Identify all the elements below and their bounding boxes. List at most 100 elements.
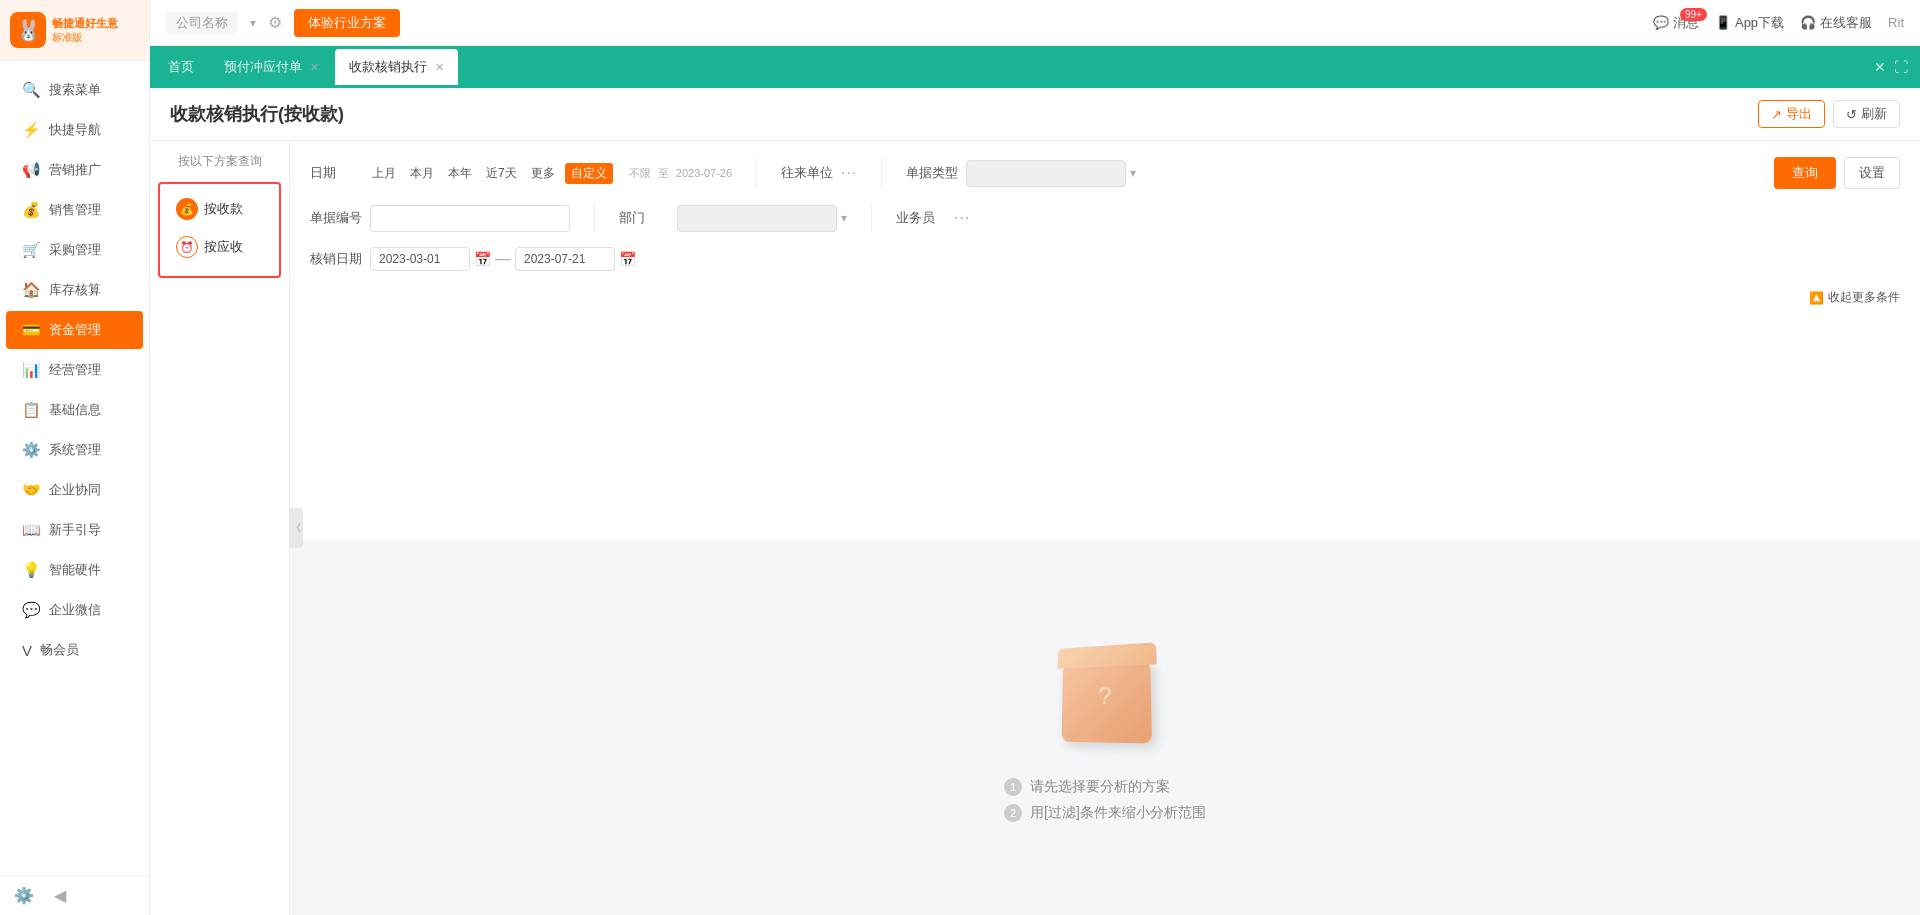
- company-dropdown-icon[interactable]: ▾: [250, 16, 256, 30]
- date-this-year[interactable]: 本年: [444, 163, 476, 184]
- staff-label: 业务员: [896, 209, 946, 227]
- nav-label-6: 资金管理: [49, 321, 101, 339]
- empty-illustration: [1045, 642, 1165, 762]
- sidebar-item-企业微信[interactable]: 💬企业微信: [6, 591, 143, 629]
- message-icon: 💬: [1653, 15, 1669, 30]
- tab-expand-icon[interactable]: ⛶: [1894, 59, 1908, 75]
- filter-sidebar: 按以下方案查询 💰 按收款 ⏰ 按应收 《: [150, 141, 290, 915]
- nav-icon-6: 💳: [22, 321, 41, 339]
- nav-label-10: 企业协同: [49, 481, 101, 499]
- staff-field: 业务员 ···: [896, 209, 970, 227]
- app-download-button[interactable]: 📱 App下载: [1715, 14, 1784, 32]
- tab-home[interactable]: 首页: [154, 49, 208, 85]
- sidebar-item-基础信息[interactable]: 📋基础信息: [6, 391, 143, 429]
- sidebar-item-智能硬件[interactable]: 💡 智能硬件: [6, 551, 143, 589]
- receipt-icon: 💰: [176, 198, 198, 220]
- nav-label-12: 智能硬件: [49, 561, 101, 579]
- sidebar: 🐰 畅捷通好生意 标准版 🔍 搜索菜单 ⚡ 快捷导航 📢营销推广 💰 销售管理 🛒采购管理🏠库…: [0, 0, 150, 915]
- sidebar-item-营销推广[interactable]: 📢营销推广: [6, 151, 143, 189]
- nav-icon-3: 💰: [22, 201, 41, 219]
- empty-tip-1: 1 请先选择要分析的方案: [1004, 778, 1170, 796]
- dept-select[interactable]: [677, 205, 837, 232]
- page-title: 收款核销执行(按收款): [170, 102, 344, 138]
- bill-no-field: 单据编号: [310, 205, 570, 232]
- writeoff-start-calendar-icon[interactable]: 📅: [474, 251, 491, 267]
- collapse-filter-sidebar-icon[interactable]: 《: [289, 508, 303, 548]
- page-actions: ↗ 导出 ↺ 刷新: [1758, 100, 1900, 140]
- nav-label-14: 畅会员: [40, 641, 79, 659]
- app-icon: 📱: [1715, 15, 1731, 30]
- date-last-month[interactable]: 上月: [368, 163, 400, 184]
- filter-row-2: 单据编号 部门 ▾: [310, 203, 1900, 233]
- nav-label-3: 销售管理: [49, 201, 101, 219]
- tab-close-icon[interactable]: ✕: [1874, 59, 1886, 75]
- nav-icon-9: ⚙️: [22, 441, 41, 459]
- top-right: 💬 消息 99+ 📱 App下载 🎧 在线客服 Rit: [1653, 14, 1904, 32]
- date-more[interactable]: 更多: [527, 163, 559, 184]
- collapse-more-button[interactable]: 🔼 收起更多条件: [310, 285, 1900, 306]
- filter-by-receipt[interactable]: 💰 按收款: [168, 192, 271, 226]
- date-this-month[interactable]: 本月: [406, 163, 438, 184]
- empty-box: [1062, 660, 1152, 743]
- bill-no-label: 单据编号: [310, 209, 362, 227]
- sidebar-nav: 🔍 搜索菜单 ⚡ 快捷导航 📢营销推广 💰 销售管理 🛒采购管理🏠库存核算 💳 资金管理 📊经营管理…: [0, 61, 149, 875]
- sidebar-item-采购管理[interactable]: 🛒采购管理: [6, 231, 143, 269]
- empty-tip-2: 2 用[过滤]条件来缩小分析范围: [1004, 804, 1206, 822]
- sidebar-item-企业协同[interactable]: 🤝企业协同: [6, 471, 143, 509]
- staff-dots[interactable]: ···: [954, 209, 970, 227]
- date-custom[interactable]: 自定义: [565, 163, 613, 184]
- settings-icon[interactable]: ⚙️: [14, 886, 34, 905]
- nav-icon-0: 🔍: [22, 81, 41, 99]
- nav-label-1: 快捷导航: [49, 121, 101, 139]
- sidebar-item-库存核算[interactable]: 🏠库存核算: [6, 271, 143, 309]
- tip-num-1: 1: [1004, 778, 1022, 796]
- nav-icon-12: 💡: [22, 561, 41, 579]
- page-header: 收款核销执行(按收款) ↗ 导出 ↺ 刷新: [150, 88, 1920, 141]
- industry-button[interactable]: 体验行业方案: [294, 9, 400, 37]
- tab-prepay-close-icon[interactable]: ✕: [310, 61, 319, 74]
- filter-by-receivable[interactable]: ⏰ 按应收: [168, 230, 271, 264]
- bill-no-input[interactable]: [370, 205, 570, 232]
- writeoff-end-calendar-icon[interactable]: 📅: [619, 251, 636, 267]
- sidebar-item-系统管理[interactable]: ⚙️系统管理: [6, 431, 143, 469]
- bill-type-field: 单据类型 ▾: [906, 160, 1136, 187]
- date-field: 日期 上月 本月 本年 近7天 更多 自定义: [310, 163, 613, 184]
- writeoff-date-label: 核销日期: [310, 250, 362, 268]
- filter-content-divider: [290, 540, 1920, 548]
- writeoff-start-input[interactable]: [370, 247, 470, 271]
- tab-receipt[interactable]: 收款核销执行 ✕: [335, 49, 458, 85]
- sidebar-bottom: ⚙️ ◀︎: [0, 875, 149, 915]
- sidebar-item-新手引导[interactable]: 📖新手引导: [6, 511, 143, 549]
- counterpart-dots[interactable]: ···: [841, 164, 857, 182]
- counterpart-field: 往来单位 ···: [781, 164, 857, 182]
- collapse-sidebar-icon[interactable]: ◀︎: [54, 886, 66, 905]
- nav-icon-13: 💬: [22, 601, 41, 619]
- sidebar-item-资金管理[interactable]: 💳 资金管理: [6, 311, 143, 349]
- nav-icon-4: 🛒: [22, 241, 41, 259]
- sidebar-item-经营管理[interactable]: 📊经营管理: [6, 351, 143, 389]
- filter-row-3: 核销日期 📅 — 📅: [310, 247, 1900, 271]
- writeoff-date-field: 核销日期 📅 — 📅: [310, 247, 636, 271]
- logo-area: 🐰 畅捷通好生意 标准版: [0, 0, 149, 61]
- writeoff-end-input[interactable]: [515, 247, 615, 271]
- messages-button[interactable]: 💬 消息 99+: [1653, 14, 1699, 32]
- sidebar-item-畅会员[interactable]: V畅会员: [6, 631, 143, 669]
- settings-button[interactable]: 设置: [1844, 157, 1900, 189]
- topbar-gear-icon[interactable]: ⚙: [268, 13, 282, 32]
- bill-type-select[interactable]: [966, 160, 1126, 187]
- tab-prepay[interactable]: 预付冲应付单 ✕: [210, 49, 333, 85]
- nav-label-0: 搜索菜单: [49, 81, 101, 99]
- nav-label-7: 经营管理: [49, 361, 101, 379]
- nav-icon-1: ⚡: [22, 121, 41, 139]
- filter-form: 日期 上月 本月 本年 近7天 更多 自定义 不限 至: [290, 141, 1920, 540]
- refresh-button[interactable]: ↺ 刷新: [1833, 100, 1900, 128]
- online-service-button[interactable]: 🎧 在线客服: [1800, 14, 1872, 32]
- counterpart-label: 往来单位: [781, 164, 833, 182]
- query-button[interactable]: 查询: [1774, 157, 1836, 189]
- sidebar-item-搜索菜单[interactable]: 🔍 搜索菜单: [6, 71, 143, 109]
- tab-receipt-close-icon[interactable]: ✕: [435, 61, 444, 74]
- export-button[interactable]: ↗ 导出: [1758, 100, 1825, 128]
- sidebar-item-销售管理[interactable]: 💰 销售管理: [6, 191, 143, 229]
- date-7days[interactable]: 近7天: [482, 163, 521, 184]
- sidebar-item-快捷导航[interactable]: ⚡ 快捷导航: [6, 111, 143, 149]
